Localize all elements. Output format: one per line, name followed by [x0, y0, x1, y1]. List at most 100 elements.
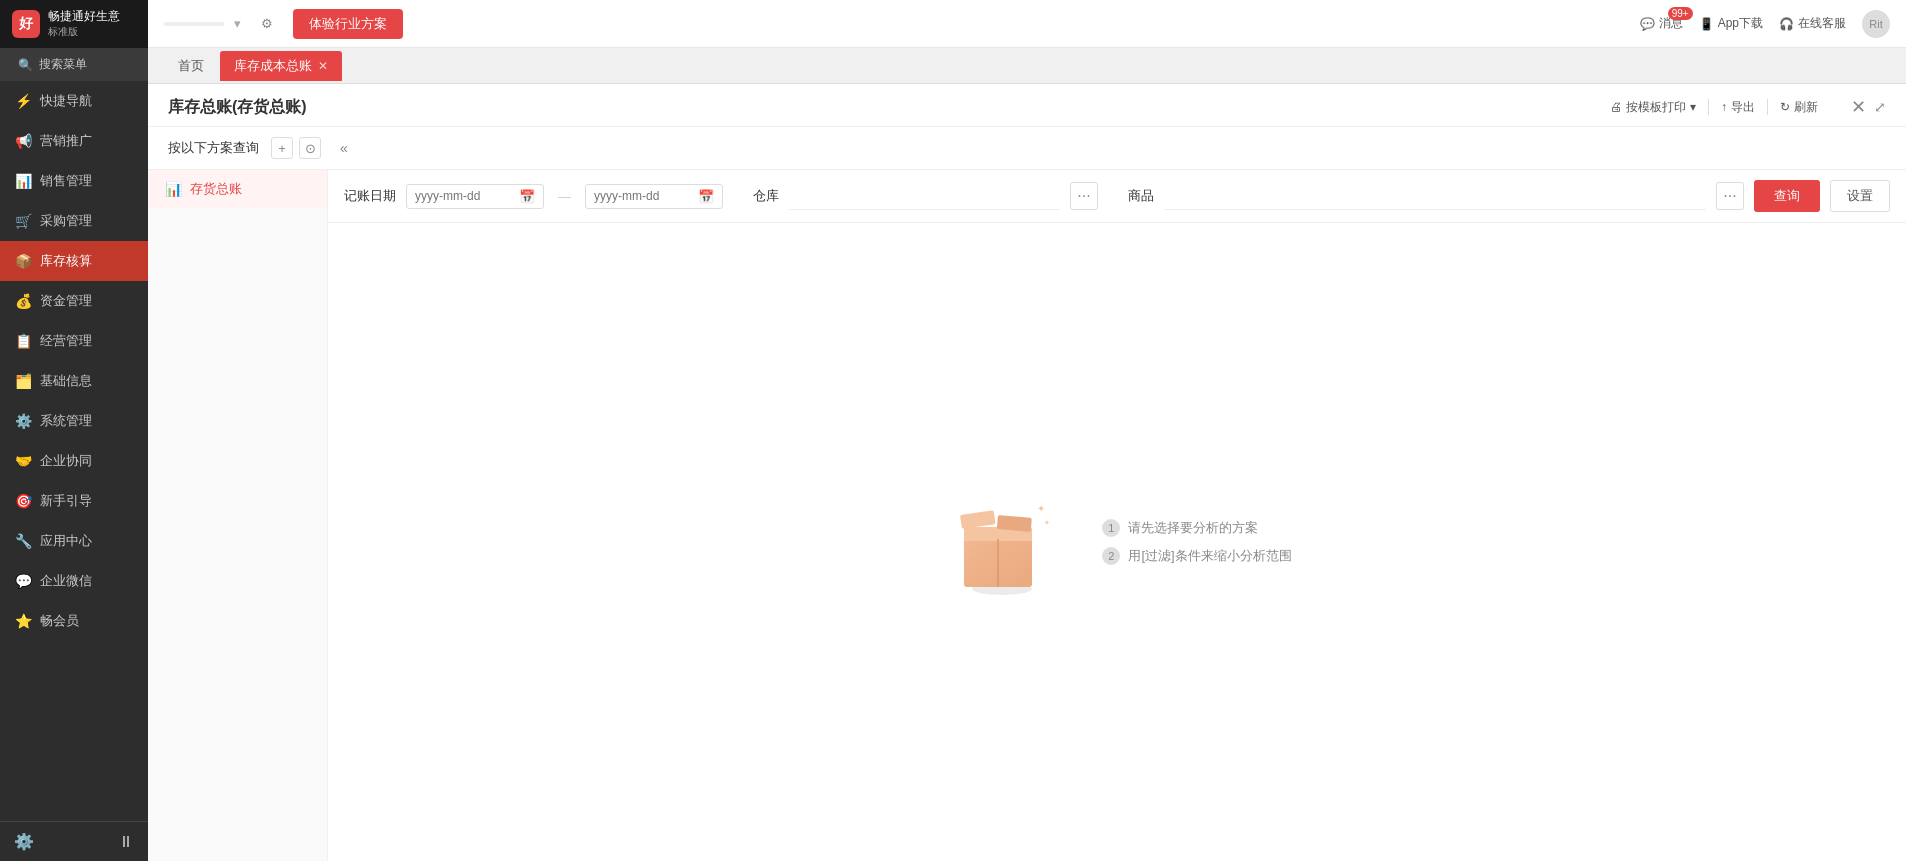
trial-industry-button[interactable]: 体验行业方案	[293, 9, 403, 39]
sidebar-label-purchase: 采购管理	[40, 212, 92, 230]
panel-close-button[interactable]: ✕	[1851, 96, 1866, 118]
sidebar-label-cooperation: 企业协同	[40, 452, 92, 470]
main-area: ▾ ⚙ 体验行业方案 💬 消息 99+ 📱 App下载 🎧 在线客服 Rit	[148, 0, 1906, 861]
empty-state: ✦ ✦	[328, 223, 1906, 861]
filter-add-button[interactable]: +	[271, 137, 293, 159]
sidebar-search-item[interactable]: 🔍 搜索菜单	[0, 48, 148, 81]
product-label: 商品	[1128, 187, 1154, 205]
tip-text-2: 用[过滤]条件来缩小分析范围	[1128, 547, 1291, 565]
app-download-icon: 📱	[1699, 17, 1714, 31]
refresh-button[interactable]: ↻ 刷新	[1780, 99, 1818, 116]
settings-footer-icon[interactable]: ⚙️	[14, 832, 34, 851]
sidebar-label-wecom: 企业微信	[40, 572, 92, 590]
sidebar-item-operation[interactable]: 📋 经营管理	[0, 321, 148, 361]
sidebar-label-newbie: 新手引导	[40, 492, 92, 510]
topbar: ▾ ⚙ 体验行业方案 💬 消息 99+ 📱 App下载 🎧 在线客服 Rit	[148, 0, 1906, 48]
sidebar-search-label: 搜索菜单	[39, 56, 87, 73]
tip-text-1: 请先选择要分析的方案	[1128, 519, 1258, 537]
empty-box-svg: ✦ ✦	[942, 487, 1062, 597]
date-from-input[interactable]	[415, 189, 515, 203]
sidebar-item-inventory[interactable]: 📦 库存核算	[0, 241, 148, 281]
sidebar-logo: 好 畅捷通好生意 标准版	[0, 0, 148, 48]
sidebar-item-marketing[interactable]: 📢 营销推广	[0, 121, 148, 161]
online-service-icon: 🎧	[1779, 17, 1794, 31]
filter-bar: 按以下方案查询 + ⊙ «	[148, 127, 1906, 170]
cooperation-icon: 🤝	[14, 452, 32, 470]
sidebar-item-purchase[interactable]: 🛒 采购管理	[0, 201, 148, 241]
scheme-item-icon: 📊	[164, 180, 182, 198]
refresh-icon: ↻	[1780, 100, 1790, 114]
logo-sub: 标准版	[48, 25, 120, 39]
sidebar-item-wecom[interactable]: 💬 企业微信	[0, 561, 148, 601]
tab-home-label: 首页	[178, 57, 204, 75]
sidebar-label-quick-nav: 快捷导航	[40, 92, 92, 110]
sidebar-label-operation: 经营管理	[40, 332, 92, 350]
print-icon: 🖨	[1610, 100, 1622, 114]
date-to-wrap: 📅	[585, 184, 723, 209]
logo-text-wrap: 畅捷通好生意 标准版	[48, 9, 120, 39]
settings-button[interactable]: 设置	[1830, 180, 1890, 212]
quick-nav-icon: ⚡	[14, 92, 32, 110]
tab-inventory-cost[interactable]: 库存成本总账 ✕	[220, 51, 342, 81]
breadcrumb: ▾	[164, 16, 245, 31]
product-more-button[interactable]: ···	[1716, 182, 1744, 210]
sidebar-item-basic[interactable]: 🗂️ 基础信息	[0, 361, 148, 401]
sidebar-label-finance: 资金管理	[40, 292, 92, 310]
online-service-button[interactable]: 🎧 在线客服	[1779, 15, 1846, 32]
tip-num-1: 1	[1102, 519, 1120, 537]
app-download-label: App下载	[1718, 15, 1763, 32]
sidebar-item-member[interactable]: ⭐ 畅会员	[0, 601, 148, 641]
gear-icon[interactable]: ⚙	[253, 10, 281, 38]
scheme-panel: 📊 存货总账	[148, 170, 328, 861]
calendar-from-icon[interactable]: 📅	[519, 189, 535, 204]
sidebar-item-finance[interactable]: 💰 资金管理	[0, 281, 148, 321]
print-template-label: 按模板打印	[1626, 99, 1686, 116]
sidebar-label-inventory: 库存核算	[40, 252, 92, 270]
messages-badge: 99+	[1668, 7, 1693, 20]
export-button[interactable]: ↑ 导出	[1721, 99, 1755, 116]
sidebar: 好 畅捷通好生意 标准版 🔍 搜索菜单 ⚡ 快捷导航 📢 营销推广 📊 销售管理…	[0, 0, 148, 861]
filter-settings-button[interactable]: ⊙	[299, 137, 321, 159]
sidebar-item-sales[interactable]: 📊 销售管理	[0, 161, 148, 201]
sidebar-item-quick-nav[interactable]: ⚡ 快捷导航	[0, 81, 148, 121]
basic-icon: 🗂️	[14, 372, 32, 390]
query-button[interactable]: 查询	[1754, 180, 1820, 212]
user-avatar-area[interactable]: Rit	[1862, 10, 1890, 38]
topbar-left: ▾ ⚙ 体验行业方案	[164, 9, 1640, 39]
avatar-text: Rit	[1869, 18, 1882, 30]
filter-collapse-button[interactable]: «	[333, 137, 355, 159]
warehouse-more-button[interactable]: ···	[1070, 182, 1098, 210]
print-template-button[interactable]: 🖨 按模板打印 ▾	[1610, 99, 1696, 116]
member-icon: ⭐	[14, 612, 32, 630]
marketing-icon: 📢	[14, 132, 32, 150]
date-to-input[interactable]	[594, 189, 694, 203]
logo-text: 畅捷通好生意	[48, 9, 120, 25]
finance-icon: 💰	[14, 292, 32, 310]
scheme-item-inventory-ledger[interactable]: 📊 存货总账	[148, 170, 327, 208]
sidebar-item-cooperation[interactable]: 🤝 企业协同	[0, 441, 148, 481]
svg-rect-4	[960, 510, 996, 529]
svg-text:✦: ✦	[1037, 503, 1045, 514]
empty-tips: 1 请先选择要分析的方案 2 用[过滤]条件来缩小分析范围	[1102, 519, 1291, 565]
tab-close-icon[interactable]: ✕	[318, 59, 328, 73]
sidebar-nav: ⚡ 快捷导航 📢 营销推广 📊 销售管理 🛒 采购管理 📦 库存核算 💰 资金管…	[0, 81, 148, 821]
collapse-sidebar-icon[interactable]: ⏸	[118, 833, 134, 851]
calendar-to-icon[interactable]: 📅	[698, 189, 714, 204]
print-chevron-icon: ▾	[1690, 100, 1696, 114]
refresh-label: 刷新	[1794, 99, 1818, 116]
chevron-down-icon[interactable]: ▾	[234, 16, 241, 31]
tab-home[interactable]: 首页	[164, 51, 218, 81]
sidebar-label-member: 畅会员	[40, 612, 79, 630]
sidebar-item-newbie[interactable]: 🎯 新手引导	[0, 481, 148, 521]
sidebar-item-apps[interactable]: 🔧 应用中心	[0, 521, 148, 561]
panel-resize-button[interactable]: ⤢	[1874, 99, 1886, 115]
divider-2	[1767, 99, 1768, 115]
system-icon: ⚙️	[14, 412, 32, 430]
app-download-button[interactable]: 📱 App下载	[1699, 15, 1763, 32]
sidebar-item-system[interactable]: ⚙️ 系统管理	[0, 401, 148, 441]
sales-icon: 📊	[14, 172, 32, 190]
online-service-label: 在线客服	[1798, 15, 1846, 32]
messages-button[interactable]: 💬 消息 99+	[1640, 15, 1683, 32]
sidebar-footer: ⚙️ ⏸	[0, 821, 148, 861]
tabbar: 首页 库存成本总账 ✕	[148, 48, 1906, 84]
